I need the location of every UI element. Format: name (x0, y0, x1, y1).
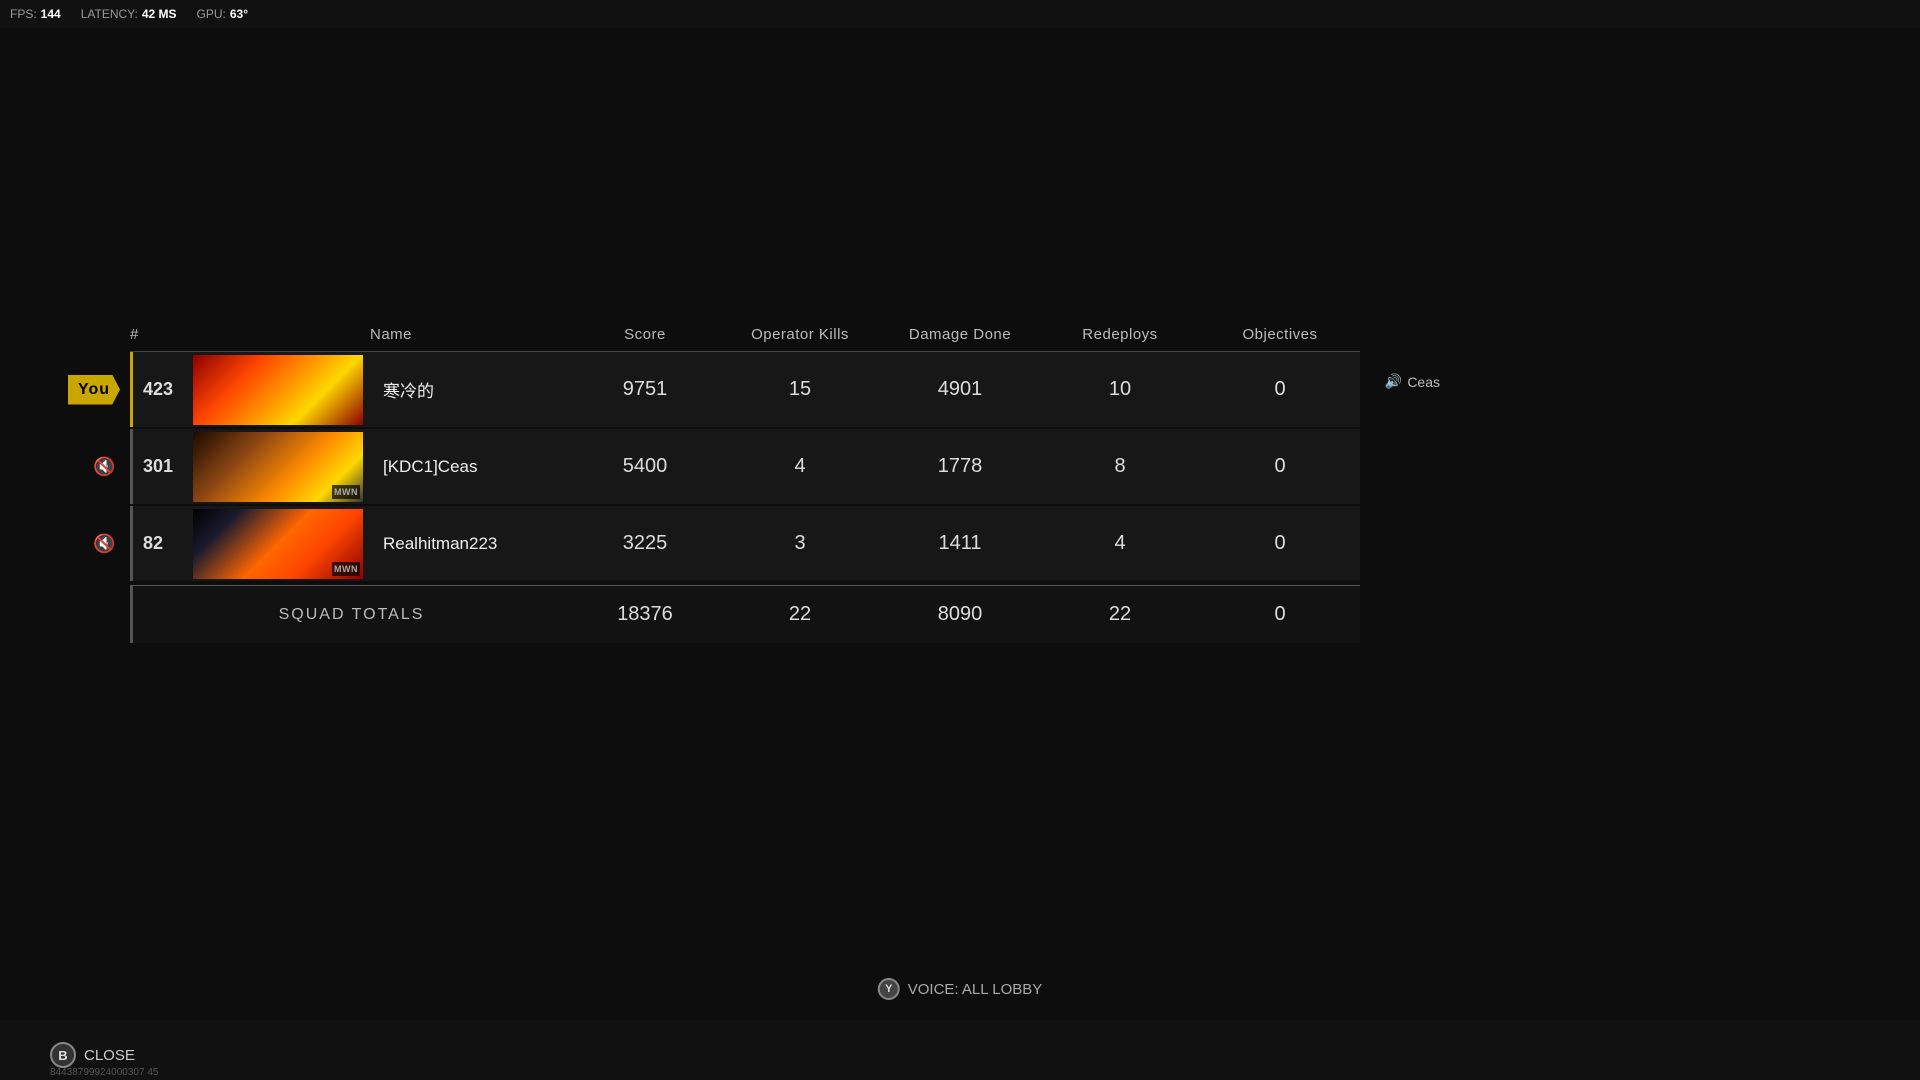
b-icon: B (50, 1042, 76, 1068)
gpu-stat: GPU: 63° (197, 7, 249, 21)
you-badge: You (68, 375, 120, 405)
latency-label: LATENCY: (81, 7, 138, 21)
player-redeploys: 8 (1040, 455, 1200, 478)
latency-stat: LATENCY: 42 MS (81, 7, 177, 21)
mute-icon[interactable]: 🔇 (93, 533, 115, 554)
player-score: 9751 (570, 378, 720, 401)
player-avatar: MWN (193, 432, 363, 502)
player-score: 5400 (570, 455, 720, 478)
player-damage-done: 4901 (880, 378, 1040, 401)
player-name: 寒冷的 (373, 377, 570, 402)
player-operator-kills: 4 (720, 455, 880, 478)
player-rank: 301 (133, 456, 193, 477)
close-label: CLOSE (84, 1047, 135, 1064)
header-redeploys: Redeploys (1040, 326, 1200, 343)
player-operator-kills: 3 (720, 532, 880, 555)
speaker-icon: 🔊 (1385, 373, 1402, 390)
totals-redeploys: 22 (1040, 603, 1200, 626)
header-damage-done: Damage Done (880, 326, 1040, 343)
fps-stat: FPS: 144 (10, 7, 61, 21)
table-row: 🔇301MWN[KDC1]Ceas54004177880 (130, 429, 1360, 504)
player-objectives: 0 (1200, 455, 1360, 478)
scoreboard: # Name Score Operator Kills Damage Done … (130, 318, 1360, 643)
close-button[interactable]: B CLOSE (50, 1042, 135, 1068)
header-avatar (190, 326, 370, 343)
player-rows: You423寒冷的9751154901100🔇301MWN[KDC1]Ceas5… (130, 352, 1360, 581)
fps-label: FPS: (10, 7, 37, 21)
player-name: Realhitman223 (373, 534, 570, 554)
player-redeploys: 10 (1040, 378, 1200, 401)
fps-value: 144 (41, 7, 61, 21)
totals-label: SQUAD TOTALS (133, 606, 570, 624)
player-score: 3225 (570, 532, 720, 555)
totals-damage: 8090 (880, 603, 1040, 626)
player-avatar (193, 355, 363, 425)
totals-score: 18376 (570, 603, 720, 626)
table-headers: # Name Score Operator Kills Damage Done … (130, 318, 1360, 352)
seed-text: 84438799924000307 45 (50, 1067, 158, 1080)
player-name: [KDC1]Ceas (373, 457, 570, 477)
player-rank: 423 (133, 379, 193, 400)
table-row: 🔇82MWNRealhitman22332253141140 (130, 506, 1360, 581)
header-name: Name (370, 326, 570, 343)
table-row: You423寒冷的9751154901100 (130, 352, 1360, 427)
header-objectives: Objectives (1200, 326, 1360, 343)
totals-kills: 22 (720, 603, 880, 626)
player-redeploys: 4 (1040, 532, 1200, 555)
voice-label: VOICE: ALL LOBBY (908, 981, 1043, 998)
player-objectives: 0 (1200, 532, 1360, 555)
player-avatar: MWN (193, 509, 363, 579)
mwn-badge: MWN (332, 485, 360, 499)
mwn-badge: MWN (332, 562, 360, 576)
player-operator-kills: 15 (720, 378, 880, 401)
player-rank: 82 (133, 533, 193, 554)
ceas-name: Ceas (1407, 374, 1440, 390)
player-objectives: 0 (1200, 378, 1360, 401)
gpu-label: GPU: (197, 7, 226, 21)
totals-objectives: 0 (1200, 603, 1360, 626)
ceas-voice-indicator: 🔊 Ceas (1385, 373, 1440, 390)
player-damage-done: 1411 (880, 532, 1040, 555)
header-score: Score (570, 326, 720, 343)
latency-value: 42 MS (142, 7, 177, 21)
top-bar: FPS: 144 LATENCY: 42 MS GPU: 63° (0, 0, 1920, 28)
bottom-bar: B CLOSE 84438799924000307 45 (0, 1020, 1920, 1080)
totals-row: SQUAD TOTALS 18376 22 8090 22 0 (130, 585, 1360, 643)
main-area: # Name Score Operator Kills Damage Done … (0, 28, 1920, 1080)
voice-indicator: Y VOICE: ALL LOBBY (878, 978, 1043, 1000)
header-rank: # (130, 326, 190, 343)
gpu-value: 63° (230, 7, 248, 21)
y-button[interactable]: Y (878, 978, 900, 1000)
header-operator-kills: Operator Kills (720, 326, 880, 343)
player-damage-done: 1778 (880, 455, 1040, 478)
mute-icon[interactable]: 🔇 (93, 456, 115, 477)
